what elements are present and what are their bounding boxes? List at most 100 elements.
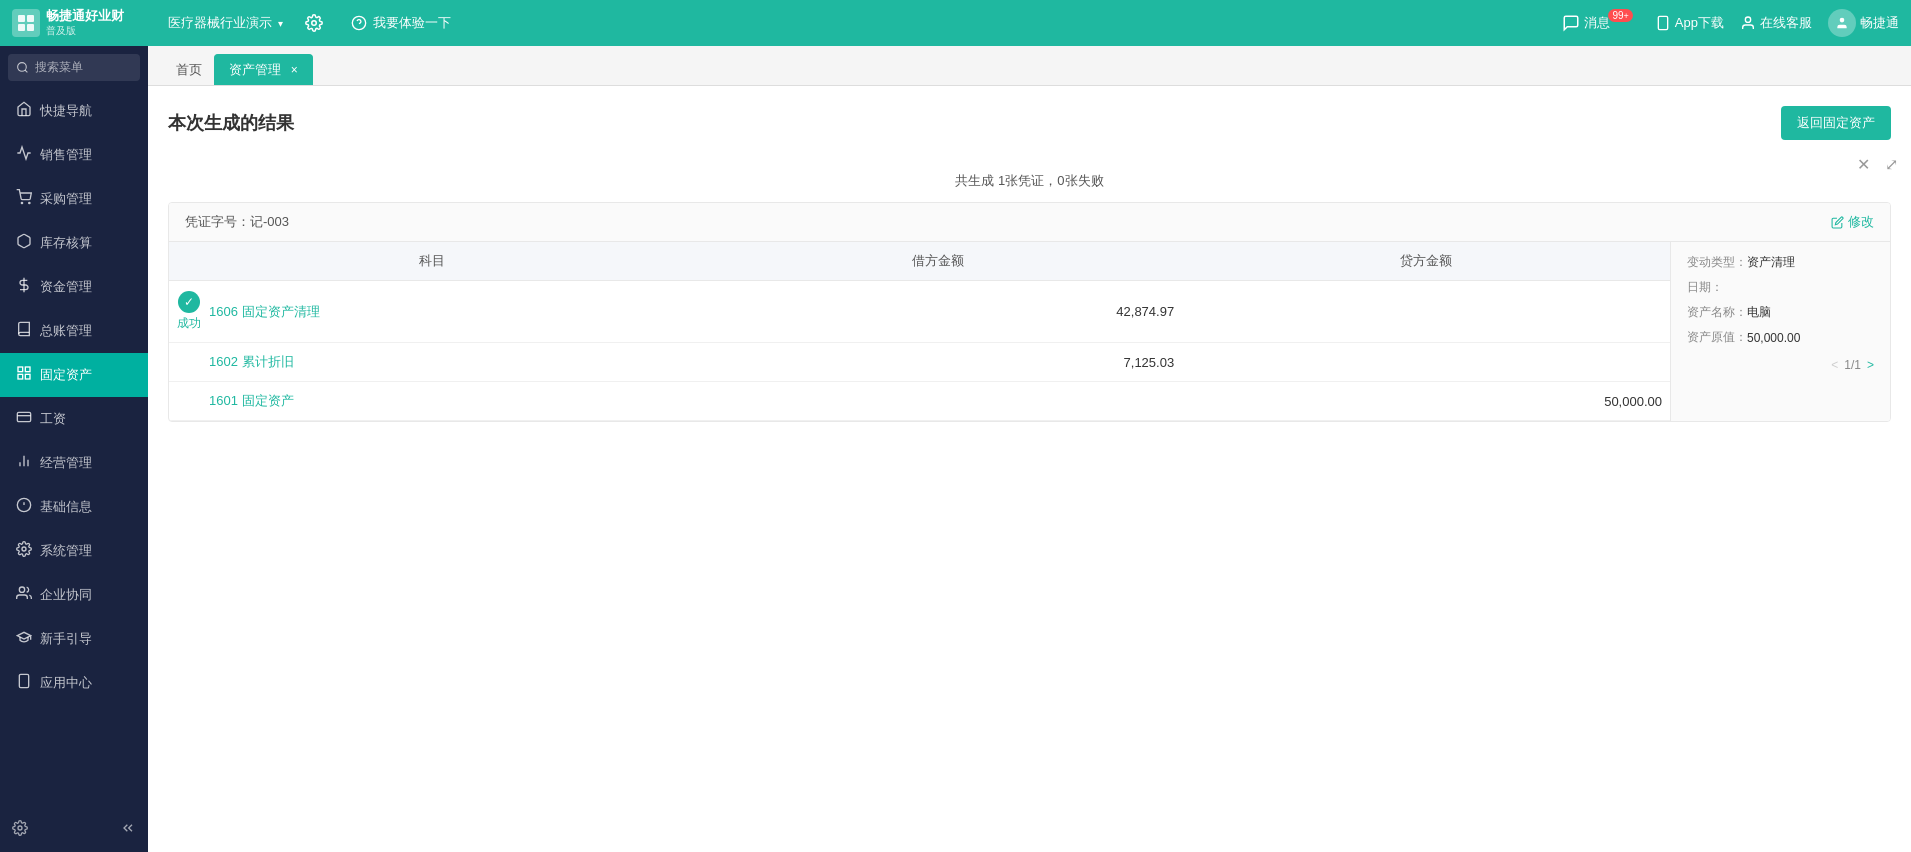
original-value-label: 资产原值： — [1687, 329, 1747, 346]
svg-rect-2 — [18, 24, 25, 31]
expand-panel-button[interactable]: ⤢ — [1879, 152, 1903, 176]
online-service-button[interactable]: 在线客服 — [1740, 14, 1812, 32]
top-header: 畅捷通好业财 普及版 医疗器械行业演示 ▾ 我要体验一下 消息 99+ — [0, 0, 1911, 46]
subject-cell: 1602 累计折旧 — [169, 343, 694, 382]
svg-rect-3 — [27, 24, 34, 31]
table-row: 1602 累计折旧 7,125.03 — [169, 343, 1670, 382]
tab-home[interactable]: 首页 — [164, 55, 214, 85]
svg-rect-19 — [18, 374, 23, 379]
edit-voucher-button[interactable]: 修改 — [1831, 213, 1874, 231]
sidebar-item-label: 资金管理 — [40, 278, 92, 296]
settings-button[interactable] — [299, 8, 329, 38]
sidebar-item-funds[interactable]: 资金管理 — [0, 265, 148, 309]
svg-point-13 — [21, 202, 22, 203]
sidebar-search-area[interactable]: 搜索菜单 — [0, 46, 148, 89]
header-right: 消息 99+ App下载 在线客服 畅捷通 — [1562, 9, 1899, 37]
success-icon: ✓ — [178, 291, 200, 313]
app-subtitle: 普及版 — [46, 24, 124, 38]
sidebar-item-salary[interactable]: 工资 — [0, 397, 148, 441]
svg-rect-7 — [1658, 16, 1667, 29]
svg-point-28 — [22, 547, 26, 551]
sidebar-item-fixed-assets[interactable]: 固定资产 — [0, 353, 148, 397]
company-selector[interactable]: 医疗器械行业演示 ▾ — [160, 10, 291, 36]
date-label: 日期： — [1687, 279, 1747, 296]
main-layout: 搜索菜单 快捷导航 销售管理 — [0, 46, 1911, 852]
tab-asset-management[interactable]: 资产管理 × — [214, 54, 313, 85]
experience-button[interactable]: 我要体验一下 — [341, 10, 461, 36]
content-area: 首页 资产管理 × ✕ ⤢ 本次生成的结果 返回固定资产 — [148, 46, 1911, 852]
sidebar-item-enterprise[interactable]: 企业协同 — [0, 573, 148, 617]
username-label: 畅捷通 — [1860, 14, 1899, 32]
sidebar-item-operations[interactable]: 经营管理 — [0, 441, 148, 485]
return-fixed-assets-button[interactable]: 返回固定资产 — [1781, 106, 1891, 140]
user-profile[interactable]: 畅捷通 — [1828, 9, 1899, 37]
svg-point-4 — [312, 21, 317, 26]
tab-close-button[interactable]: × — [291, 63, 298, 77]
operations-icon — [16, 453, 32, 473]
search-menu-box[interactable]: 搜索菜单 — [8, 54, 140, 81]
sidebar-bottom — [0, 808, 148, 852]
sidebar-item-purchase[interactable]: 采购管理 — [0, 177, 148, 221]
message-button[interactable]: 消息 99+ — [1562, 14, 1638, 32]
message-label: 消息 — [1584, 14, 1610, 32]
summary-text: 共生成 1张凭证，0张失败 — [955, 173, 1103, 188]
asset-name-row: 资产名称： 电脑 — [1687, 304, 1874, 321]
prev-page-button[interactable]: < — [1831, 358, 1838, 372]
sales-icon — [16, 145, 32, 165]
svg-point-10 — [1840, 18, 1845, 23]
pagination: < 1/1 > — [1687, 358, 1874, 372]
home-icon — [16, 101, 32, 121]
app-center-icon — [16, 673, 32, 693]
sidebar-item-app-center[interactable]: 应用中心 — [0, 661, 148, 705]
tabs-bar: 首页 资产管理 × — [148, 46, 1911, 86]
summary-bar: 共生成 1张凭证，0张失败 — [168, 156, 1891, 202]
svg-point-14 — [29, 202, 30, 203]
subject-link[interactable]: 1606 固定资产清理 — [209, 303, 320, 321]
sidebar-item-label: 基础信息 — [40, 498, 92, 516]
settings-bottom-button[interactable] — [8, 816, 32, 844]
table-row: ✓ 成功 1606 固定资产清理 — [169, 281, 1670, 343]
sidebar-item-label: 新手引导 — [40, 630, 92, 648]
success-label: 成功 — [177, 315, 201, 332]
next-page-button[interactable]: > — [1867, 358, 1874, 372]
sidebar-item-label: 总账管理 — [40, 322, 92, 340]
svg-line-12 — [25, 70, 27, 72]
app-title: 畅捷通好业财 — [46, 8, 124, 24]
credit-cell: 50,000.00 — [1182, 382, 1670, 421]
credit-cell — [1182, 343, 1670, 382]
sidebar-item-guide[interactable]: 新手引导 — [0, 617, 148, 661]
sidebar-item-label: 应用中心 — [40, 674, 92, 692]
close-panel-button[interactable]: ✕ — [1851, 152, 1875, 176]
sidebar-item-inventory[interactable]: 库存核算 — [0, 221, 148, 265]
sidebar-item-general-ledger[interactable]: 总账管理 — [0, 309, 148, 353]
voucher-table: 科目 借方金额 贷方金额 — [169, 242, 1890, 421]
svg-point-9 — [1745, 17, 1750, 22]
debit-cell — [694, 382, 1182, 421]
debit-cell: 42,874.97 — [694, 281, 1182, 343]
sidebar-item-label: 库存核算 — [40, 234, 92, 252]
sidebar-item-label: 采购管理 — [40, 190, 92, 208]
voucher-number: 凭证字号：记-003 — [185, 213, 289, 231]
collapse-sidebar-button[interactable] — [116, 816, 140, 844]
subject-link[interactable]: 1601 固定资产 — [209, 392, 294, 410]
ledger-icon — [16, 321, 32, 341]
sidebar-item-sales[interactable]: 销售管理 — [0, 133, 148, 177]
sidebar-item-label: 快捷导航 — [40, 102, 92, 120]
svg-rect-18 — [25, 374, 30, 379]
col-header-subject: 科目 — [169, 242, 694, 281]
voucher-card: 凭证字号：记-003 修改 — [168, 202, 1891, 422]
svg-rect-20 — [17, 412, 30, 421]
subject-link[interactable]: 1602 累计折旧 — [209, 353, 294, 371]
experience-label: 我要体验一下 — [373, 14, 451, 32]
avatar — [1828, 9, 1856, 37]
svg-rect-0 — [18, 15, 25, 22]
sidebar-item-system[interactable]: 系统管理 — [0, 529, 148, 573]
page-content: ✕ ⤢ 本次生成的结果 返回固定资产 共生成 1张凭证，0张失败 凭证字号：记-… — [148, 86, 1911, 852]
sidebar-item-quick-nav[interactable]: 快捷导航 — [0, 89, 148, 133]
app-download-button[interactable]: App下载 — [1655, 14, 1724, 32]
subject-cell: ✓ 成功 1606 固定资产清理 — [169, 281, 694, 343]
sidebar-item-label: 经营管理 — [40, 454, 92, 472]
page-title: 本次生成的结果 — [168, 111, 294, 135]
voucher-left: 科目 借方金额 贷方金额 — [169, 242, 1670, 421]
sidebar-item-basic-info[interactable]: 基础信息 — [0, 485, 148, 529]
